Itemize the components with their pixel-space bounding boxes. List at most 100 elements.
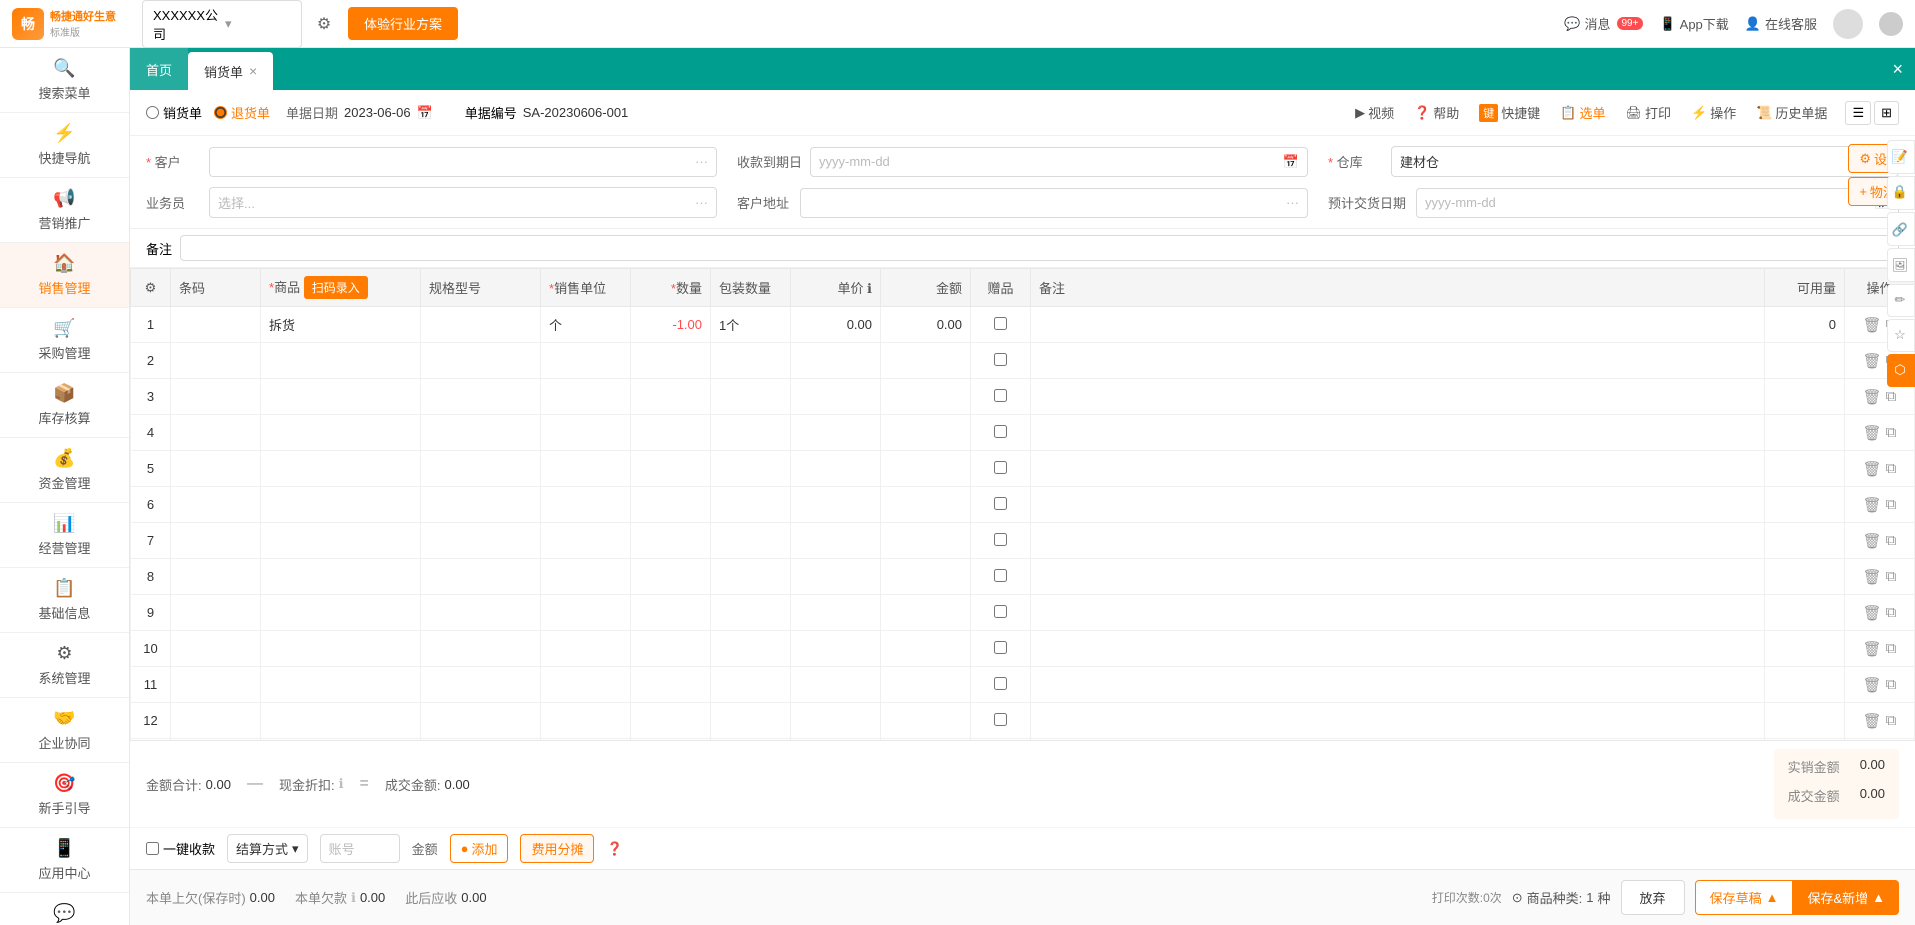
- cell-pkg[interactable]: [711, 415, 791, 451]
- cell-remark[interactable]: [1031, 559, 1765, 595]
- cell-amount[interactable]: [881, 595, 971, 631]
- cell-spec[interactable]: [421, 595, 541, 631]
- cell-amount[interactable]: [881, 379, 971, 415]
- delete-row-btn[interactable]: 🗑: [1863, 424, 1882, 442]
- cell-qty[interactable]: [631, 379, 711, 415]
- cell-spec[interactable]: [421, 631, 541, 667]
- operation-btn[interactable]: ⚡ 操作: [1685, 100, 1742, 125]
- cell-price[interactable]: 0.00: [791, 307, 881, 343]
- cell-remark[interactable]: [1031, 415, 1765, 451]
- calendar-icon[interactable]: 📅: [417, 105, 433, 121]
- cell-qty[interactable]: [631, 487, 711, 523]
- expense-help-icon[interactable]: ❓: [606, 841, 622, 857]
- cell-price[interactable]: [791, 559, 881, 595]
- cell-qty[interactable]: [631, 523, 711, 559]
- cell-product[interactable]: [261, 415, 421, 451]
- sidebar-item-inventory[interactable]: 📦 库存核算: [0, 373, 129, 438]
- cell-unit[interactable]: [541, 379, 631, 415]
- cell-gift[interactable]: [971, 415, 1031, 451]
- cell-pkg[interactable]: [711, 667, 791, 703]
- cell-remark[interactable]: [1031, 451, 1765, 487]
- cell-unit[interactable]: [541, 343, 631, 379]
- float-lock-btn[interactable]: 🔒: [1887, 176, 1915, 210]
- delete-row-btn[interactable]: 🗑: [1863, 388, 1882, 406]
- cell-product[interactable]: [261, 451, 421, 487]
- sidebar-item-wechat[interactable]: 💬 企业微信: [0, 893, 129, 925]
- delete-row-btn[interactable]: 🗑: [1863, 568, 1882, 586]
- cell-pkg[interactable]: [711, 703, 791, 739]
- cell-gift[interactable]: [971, 703, 1031, 739]
- tab-bar-close-btn[interactable]: ×: [1892, 48, 1915, 90]
- cell-barcode[interactable]: [171, 559, 261, 595]
- cell-pkg[interactable]: [711, 379, 791, 415]
- cell-spec[interactable]: [421, 379, 541, 415]
- cell-unit[interactable]: [541, 415, 631, 451]
- cell-pkg[interactable]: [711, 523, 791, 559]
- salesman-ellipsis[interactable]: ···: [695, 195, 708, 210]
- delete-row-btn[interactable]: 🗑: [1863, 352, 1882, 370]
- cell-remark[interactable]: [1031, 703, 1765, 739]
- tab-home[interactable]: 首页: [130, 48, 188, 90]
- cell-spec[interactable]: [421, 703, 541, 739]
- cell-gift[interactable]: [971, 451, 1031, 487]
- view-list-btn[interactable]: ☰: [1845, 101, 1871, 125]
- doc-date-value[interactable]: 2023-06-06: [344, 105, 411, 120]
- customer-ellipsis[interactable]: ···: [695, 154, 708, 169]
- select-btn[interactable]: 📋 选单: [1554, 100, 1611, 125]
- question-icon[interactable]: ℹ: [339, 776, 344, 792]
- cell-barcode[interactable]: [171, 595, 261, 631]
- sidebar-item-sales[interactable]: 🏠 销售管理: [0, 243, 129, 308]
- cell-remark[interactable]: [1031, 379, 1765, 415]
- view-grid-btn[interactable]: ⊞: [1874, 101, 1899, 125]
- cell-price[interactable]: [791, 703, 881, 739]
- cell-barcode[interactable]: [171, 523, 261, 559]
- sidebar-item-app-center[interactable]: 📱 应用中心: [0, 828, 129, 893]
- cell-barcode[interactable]: [171, 703, 261, 739]
- discard-button[interactable]: 放弃: [1621, 880, 1685, 915]
- cell-product[interactable]: [261, 523, 421, 559]
- cell-unit[interactable]: [541, 523, 631, 559]
- sidebar-item-basic-info[interactable]: 📋 基础信息: [0, 568, 129, 633]
- debt-help-icon[interactable]: ℹ: [351, 890, 356, 906]
- cell-price[interactable]: [791, 451, 881, 487]
- cell-amount[interactable]: [881, 559, 971, 595]
- cell-amount[interactable]: [881, 415, 971, 451]
- cell-pkg[interactable]: 1个: [711, 307, 791, 343]
- cell-amount[interactable]: [881, 523, 971, 559]
- payment-calendar-icon[interactable]: 📅: [1283, 154, 1299, 170]
- cell-spec[interactable]: [421, 523, 541, 559]
- th-settings[interactable]: ⚙: [131, 269, 171, 307]
- cell-pkg[interactable]: [711, 343, 791, 379]
- help-btn[interactable]: ❓ 帮助: [1408, 100, 1465, 125]
- calc-method-dropdown[interactable]: 结算方式 ▾: [227, 834, 308, 863]
- tab-close-icon[interactable]: ×: [249, 63, 257, 79]
- cell-pkg[interactable]: [711, 595, 791, 631]
- cell-remark[interactable]: [1031, 667, 1765, 703]
- cell-gift[interactable]: [971, 559, 1031, 595]
- copy-row-btn[interactable]: ⧉: [1886, 496, 1897, 514]
- cell-remark[interactable]: [1031, 595, 1765, 631]
- cell-barcode[interactable]: [171, 487, 261, 523]
- copy-row-btn[interactable]: ⧉: [1886, 676, 1897, 694]
- cell-qty[interactable]: [631, 595, 711, 631]
- cell-unit[interactable]: [541, 667, 631, 703]
- copy-row-btn[interactable]: ⧉: [1886, 640, 1897, 658]
- cell-product[interactable]: [261, 487, 421, 523]
- cell-product[interactable]: [261, 595, 421, 631]
- cell-qty[interactable]: [631, 451, 711, 487]
- avatar[interactable]: [1833, 9, 1863, 39]
- cell-gift[interactable]: [971, 307, 1031, 343]
- cell-spec[interactable]: [421, 415, 541, 451]
- cell-price[interactable]: [791, 631, 881, 667]
- cell-amount[interactable]: [881, 667, 971, 703]
- cell-qty[interactable]: [631, 631, 711, 667]
- cell-amount[interactable]: [881, 487, 971, 523]
- cell-price[interactable]: [791, 415, 881, 451]
- cell-unit[interactable]: [541, 595, 631, 631]
- sidebar-item-enterprise[interactable]: 🤝 企业协同: [0, 698, 129, 763]
- copy-row-btn[interactable]: ⧉: [1886, 568, 1897, 586]
- cell-barcode[interactable]: [171, 631, 261, 667]
- cell-amount[interactable]: [881, 343, 971, 379]
- delete-row-btn[interactable]: 🗑: [1863, 640, 1882, 658]
- payment-due-input[interactable]: yyyy-mm-dd 📅: [810, 147, 1308, 177]
